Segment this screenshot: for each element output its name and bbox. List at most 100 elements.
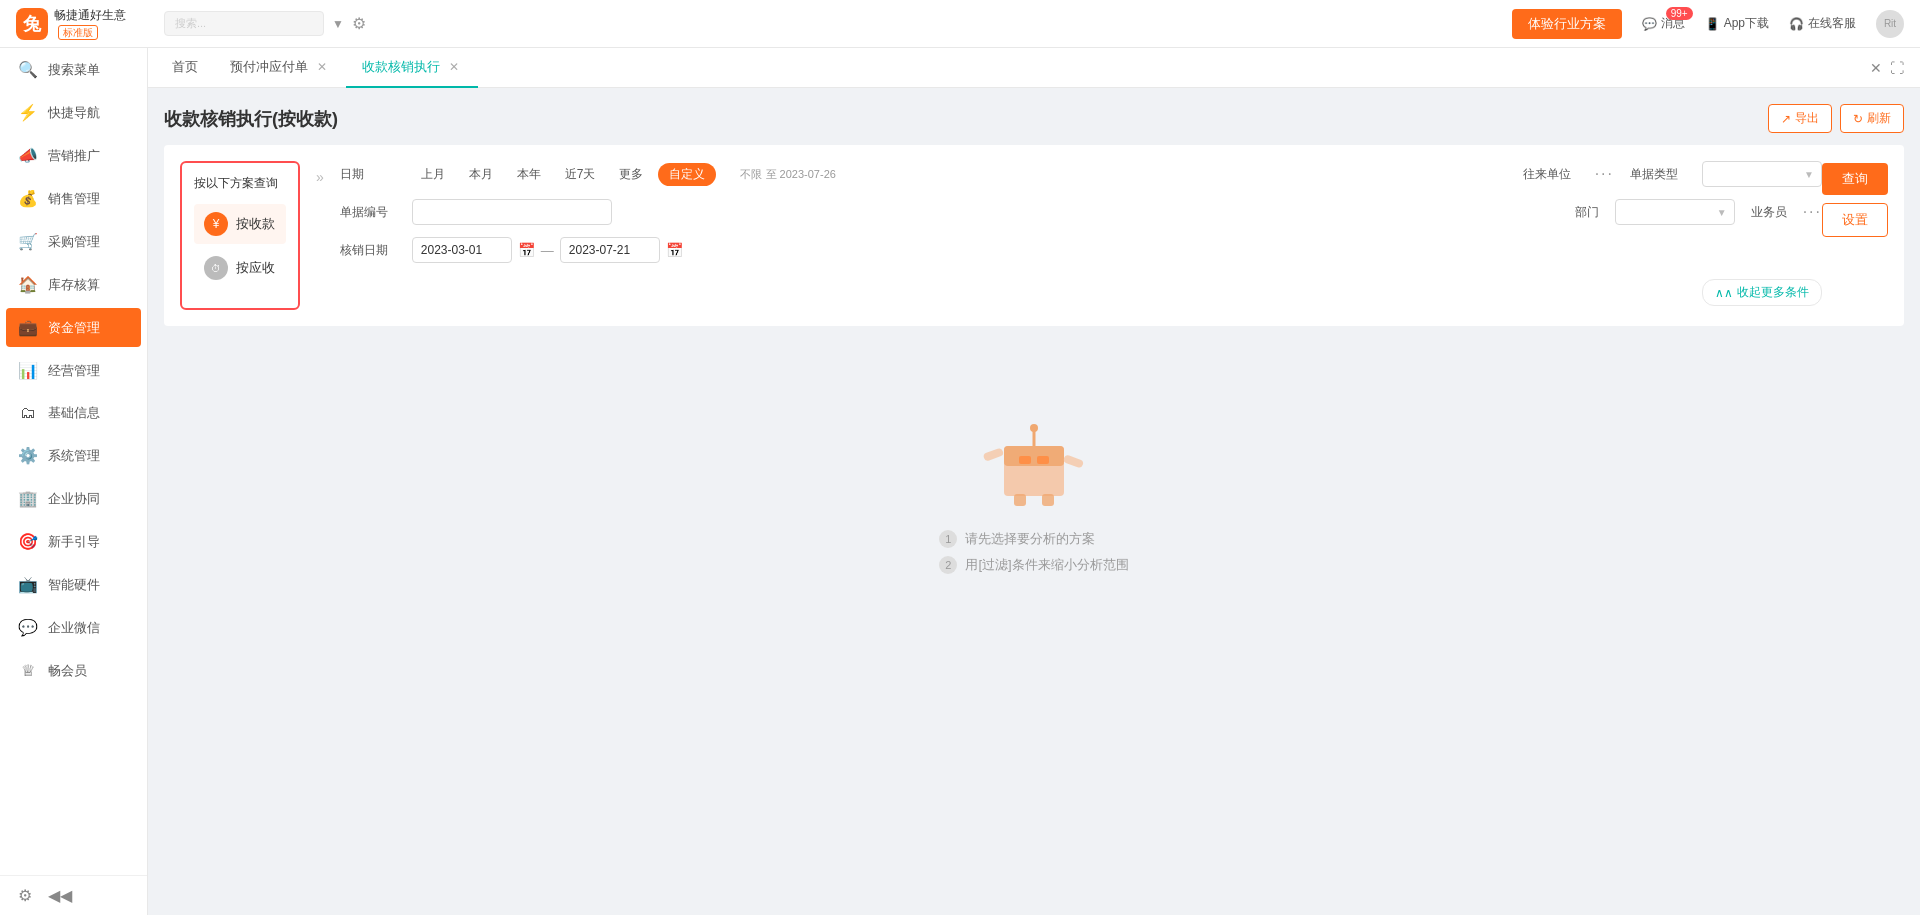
filter-actions: 查询 设置 bbox=[1822, 161, 1888, 237]
dept-select[interactable] bbox=[1615, 199, 1735, 225]
tab-advance-pay[interactable]: 预付冲应付单 ✕ bbox=[214, 48, 346, 88]
crown-icon: ♕ bbox=[18, 661, 38, 680]
sidebar-item-finance[interactable]: 💼 资金管理 bbox=[6, 308, 141, 347]
tab-payment-verify[interactable]: 收款核销执行 ✕ bbox=[346, 48, 478, 88]
filter-option-by-receivable[interactable]: ⏱ 按应收 bbox=[194, 248, 286, 288]
user-avatar[interactable]: Rit bbox=[1876, 10, 1904, 38]
sidebar-item-guide[interactable]: 🎯 新手引导 bbox=[0, 520, 147, 563]
main-content: 首页 预付冲应付单 ✕ 收款核销执行 ✕ ✕ ⛶ 收款核销执行(按收款) ↗ 导… bbox=[148, 48, 1920, 915]
doc-type-select-wrapper: ▼ bbox=[1702, 161, 1822, 187]
doc-type-select[interactable] bbox=[1702, 161, 1822, 187]
sidebar-label-purchase: 采购管理 bbox=[48, 233, 100, 251]
sidebar-label-operations: 经营管理 bbox=[48, 362, 100, 380]
tab-bar: 首页 预付冲应付单 ✕ 收款核销执行 ✕ ✕ ⛶ bbox=[148, 48, 1920, 88]
refresh-button[interactable]: ↻ 刷新 bbox=[1840, 104, 1904, 133]
sidebar-label-enterprise: 企业协同 bbox=[48, 490, 100, 508]
sidebar-item-inventory[interactable]: 🏠 库存核算 bbox=[0, 263, 147, 306]
empty-tip-1: 1 请先选择要分析的方案 bbox=[939, 530, 1128, 548]
sidebar-item-quick-nav[interactable]: ⚡ 快捷导航 bbox=[0, 91, 147, 134]
chart-icon: 📊 bbox=[18, 361, 38, 380]
tab-bar-right: ✕ ⛶ bbox=[1870, 60, 1912, 76]
filter-option-receipt-label: 按收款 bbox=[236, 215, 275, 233]
filter-row-date: 日期 上月 本月 本年 近7天 更多 自定义 不限 至 2023-07-26 bbox=[340, 161, 1822, 187]
receivable-icon: ⏱ bbox=[204, 256, 228, 280]
tab-payment-verify-close[interactable]: ✕ bbox=[446, 59, 462, 75]
filter-panel-title: 按以下方案查询 bbox=[194, 175, 286, 192]
tab-fullscreen-icon[interactable]: ⛶ bbox=[1890, 60, 1904, 76]
page-area: 收款核销执行(按收款) ↗ 导出 ↻ 刷新 按以下方案查询 ¥ 按收款 bbox=[148, 88, 1920, 915]
sidebar-item-system[interactable]: ⚙️ 系统管理 bbox=[0, 434, 147, 477]
app-download-item[interactable]: 📱 App下载 bbox=[1705, 15, 1769, 32]
export-button[interactable]: ↗ 导出 bbox=[1768, 104, 1832, 133]
salesperson-dots[interactable]: ··· bbox=[1803, 203, 1822, 221]
date-sub-text: 不限 至 2023-07-26 bbox=[740, 167, 835, 182]
lightning-icon: ⚡ bbox=[18, 103, 38, 122]
message-icon: 💬 bbox=[1642, 17, 1657, 31]
empty-illustration bbox=[974, 406, 1094, 506]
date-btn-this-month[interactable]: 本月 bbox=[460, 162, 502, 187]
online-service-item[interactable]: 🎧 在线客服 bbox=[1789, 15, 1856, 32]
sidebar-item-purchase[interactable]: 🛒 采购管理 bbox=[0, 220, 147, 263]
sidebar-item-member[interactable]: ♕ 畅会员 bbox=[0, 649, 147, 692]
doc-no-input[interactable] bbox=[412, 199, 612, 225]
sidebar-item-smart-hw[interactable]: 📺 智能硬件 bbox=[0, 563, 147, 606]
sidebar-item-search-menu[interactable]: 🔍 搜索菜单 bbox=[0, 48, 147, 91]
svg-rect-7 bbox=[1063, 454, 1085, 468]
search-button[interactable]: 查询 bbox=[1822, 163, 1888, 195]
filter-left-panel: 按以下方案查询 ¥ 按收款 ⏱ 按应收 bbox=[180, 161, 300, 310]
tab-close-all-icon[interactable]: ✕ bbox=[1870, 60, 1882, 76]
tip-text-2: 用[过滤]条件来缩小分析范围 bbox=[965, 556, 1128, 574]
collapse-button[interactable]: ∧∧ 收起更多条件 bbox=[1702, 279, 1822, 306]
sidebar: 🔍 搜索菜单 ⚡ 快捷导航 📣 营销推广 💰 销售管理 🛒 采购管理 🏠 库存核… bbox=[0, 48, 148, 915]
top-search: 搜索... ▼ ⚙ bbox=[164, 11, 366, 36]
date-btn-last-month[interactable]: 上月 bbox=[412, 162, 454, 187]
date-btn-7-days[interactable]: 近7天 bbox=[556, 162, 605, 187]
filter-row-verify-date: 核销日期 📅 — 📅 bbox=[340, 237, 1822, 263]
collapse-icon[interactable]: ◀◀ bbox=[48, 886, 72, 905]
sidebar-label-wechat: 企业微信 bbox=[48, 619, 100, 637]
gear-icon[interactable]: ⚙ bbox=[352, 14, 366, 33]
page-title: 收款核销执行(按收款) bbox=[164, 107, 338, 131]
sidebar-label-search-menu: 搜索菜单 bbox=[48, 61, 100, 79]
tab-home[interactable]: 首页 bbox=[156, 48, 214, 88]
date-btn-custom[interactable]: 自定义 bbox=[658, 163, 716, 186]
sidebar-item-basic-info[interactable]: 🗂 基础信息 bbox=[0, 392, 147, 434]
industry-solution-button[interactable]: 体验行业方案 bbox=[1512, 9, 1622, 39]
headset-icon: 🎧 bbox=[1789, 17, 1804, 31]
date-btn-more[interactable]: 更多 bbox=[610, 162, 652, 187]
chevron-down-icon[interactable]: ▼ bbox=[332, 17, 344, 31]
app-name: 畅捷通好生意 bbox=[54, 7, 126, 24]
receipt-icon: ¥ bbox=[204, 212, 228, 236]
calendar-from-icon[interactable]: 📅 bbox=[518, 242, 535, 258]
svg-rect-9 bbox=[1042, 494, 1054, 506]
settings-button[interactable]: 设置 bbox=[1822, 203, 1888, 237]
search-input-display[interactable]: 搜索... bbox=[164, 11, 324, 36]
empty-tip-2: 2 用[过滤]条件来缩小分析范围 bbox=[939, 556, 1128, 574]
tab-advance-pay-close[interactable]: ✕ bbox=[314, 59, 330, 75]
dept-label: 部门 bbox=[1575, 204, 1599, 221]
sidebar-item-operations[interactable]: 📊 经营管理 bbox=[0, 349, 147, 392]
counterparty-doctype-row: 往来单位 ··· 单据类型 ▼ bbox=[1523, 161, 1822, 187]
date-button-group: 上月 本月 本年 近7天 更多 自定义 bbox=[412, 162, 717, 187]
sidebar-item-enterprise[interactable]: 🏢 企业协同 bbox=[0, 477, 147, 520]
sidebar-item-sales[interactable]: 💰 销售管理 bbox=[0, 177, 147, 220]
date-btn-this-year[interactable]: 本年 bbox=[508, 162, 550, 187]
sidebar-item-wechat[interactable]: 💬 企业微信 bbox=[0, 606, 147, 649]
sidebar-item-marketing[interactable]: 📣 营销推广 bbox=[0, 134, 147, 177]
message-item[interactable]: 💬 消息 99+ bbox=[1642, 15, 1685, 32]
svg-rect-1 bbox=[1004, 446, 1064, 466]
chevron-up-icon: ∧∧ bbox=[1715, 286, 1733, 300]
dept-select-wrapper: ▼ bbox=[1615, 199, 1735, 225]
filter-option-by-receipt[interactable]: ¥ 按收款 bbox=[194, 204, 286, 244]
megaphone-icon: 📣 bbox=[18, 146, 38, 165]
sidebar-label-system: 系统管理 bbox=[48, 447, 100, 465]
collapse-arrow[interactable]: » bbox=[316, 161, 324, 310]
counterparty-dots[interactable]: ··· bbox=[1595, 165, 1614, 183]
sidebar-label-sales: 销售管理 bbox=[48, 190, 100, 208]
verify-date-to-input[interactable] bbox=[560, 237, 660, 263]
sidebar-label-inventory: 库存核算 bbox=[48, 276, 100, 294]
calendar-to-icon[interactable]: 📅 bbox=[666, 242, 683, 258]
doc-type-label: 单据类型 bbox=[1630, 166, 1686, 183]
settings-bottom-icon[interactable]: ⚙ bbox=[18, 886, 32, 905]
verify-date-from-input[interactable] bbox=[412, 237, 512, 263]
